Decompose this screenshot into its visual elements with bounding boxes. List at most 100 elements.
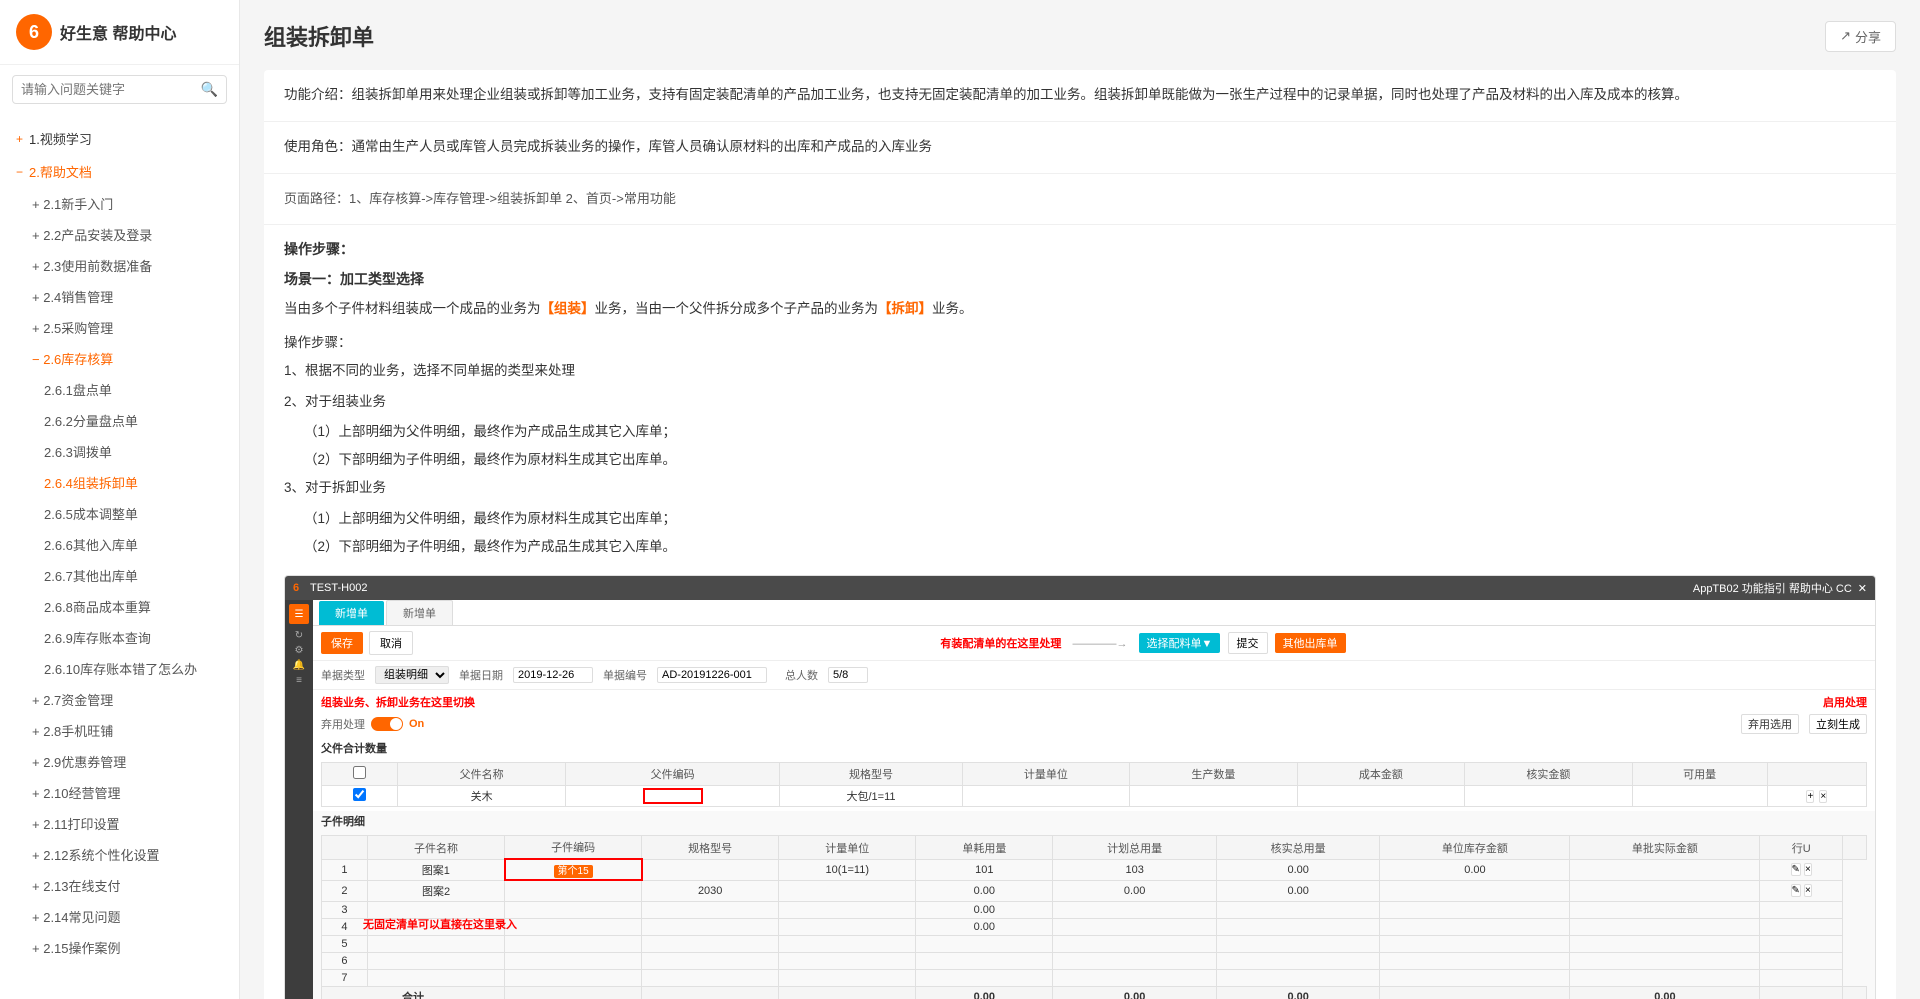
soft-form-row: 单据类型 组装明细 拆卸明细 单据日期 单据编号 总人数 — [313, 661, 1875, 690]
path-text: 页面路径：1、库存核算->库存管理->组装拆卸单 2、首页->常用功能 — [284, 191, 676, 206]
sidebar-item-2-4[interactable]: + 2.4销售管理 — [0, 281, 239, 312]
steps-block: 操作步骤： 场景一：加工类型选择 当由多个子件材料组装成一个成品的业务为【组装】… — [264, 225, 1896, 999]
plus-icon: + — [32, 941, 43, 956]
sidebar-item-2-6-7[interactable]: 2.6.7其他出库单 — [0, 560, 239, 591]
step2-sub1: （1）上部明细为父件明细，最终作为产成品生成其它入库单； — [284, 420, 1876, 444]
sidebar-item-2-3[interactable]: + 2.3使用前数据准备 — [0, 250, 239, 281]
step3-sub2: （2）下部明细为子件明细，最终作为产成品生成其它入库单。 — [284, 535, 1876, 559]
soft-sidebar-icon3: ⚙ — [295, 645, 304, 656]
sidebar-item-2-7[interactable]: + 2.7资金管理 — [0, 684, 239, 715]
row-edit-btn[interactable]: ✎ — [1791, 863, 1801, 876]
soft-nav-icons: AppTB02 功能指引 帮助中心 CC — [1693, 580, 1852, 596]
sidebar-item-2-6-4[interactable]: 2.6.4组装拆卸单 — [0, 467, 239, 498]
table-footer: 合计 0.00 0.00 0.00 — [322, 986, 1867, 999]
sidebar-item-2-15[interactable]: + 2.15操作案例 — [0, 932, 239, 963]
steps-title: 操作步骤： — [284, 239, 1876, 259]
bom-select-input[interactable]: 弃用选用 — [1741, 714, 1799, 734]
sidebar-item-2-9[interactable]: + 2.9优惠券管理 — [0, 746, 239, 777]
sidebar-item-video[interactable]: + 1.视频学习 — [0, 122, 239, 155]
form-type-select[interactable]: 组装明细 拆卸明细 — [375, 666, 449, 684]
step1: 1、根据不同的业务，选择不同单据的类型来处理 — [284, 359, 1876, 383]
form-date-input[interactable] — [513, 667, 593, 683]
search-icon: 🔍 — [201, 81, 218, 98]
sidebar-item-2-6[interactable]: − 2.6库存核算 — [0, 343, 239, 374]
soft-tabs-bar: 新增单 新增单 — [313, 600, 1875, 626]
cell-code — [565, 786, 780, 807]
th-parent-name: 父件名称 — [398, 763, 565, 786]
sidebar-item-2-13[interactable]: + 2.13在线支付 — [0, 870, 239, 901]
sidebar-item-2-10[interactable]: + 2.10经营管理 — [0, 777, 239, 808]
soft-btn-select-bom[interactable]: 选择配料单▼ — [1139, 633, 1221, 653]
sidebar-item-2-11[interactable]: + 2.11打印设置 — [0, 808, 239, 839]
row-del-btn3[interactable]: × — [1804, 884, 1812, 897]
sidebar-item-2-6-6[interactable]: 2.6.6其他入库单 — [0, 529, 239, 560]
arrow-right: ————→ — [1072, 638, 1127, 650]
top-table: 父件名称 父件编码 规格型号 计量单位 生产数量 成本金额 核实金额 — [321, 762, 1867, 807]
form-no-input[interactable] — [657, 667, 767, 683]
table-row: 7 — [322, 969, 1867, 986]
sidebar-item-2-6-1[interactable]: 2.6.1盘点单 — [0, 374, 239, 405]
soft-btn-commit[interactable]: 其他出库单 — [1275, 633, 1346, 653]
cell-code-input[interactable] — [643, 788, 703, 804]
th-b-edit — [1843, 836, 1867, 860]
sidebar-item-2-6-8[interactable]: 2.6.8商品成本重算 — [0, 591, 239, 622]
sidebar-item-2-12[interactable]: + 2.12系统个性化设置 — [0, 839, 239, 870]
toggle-switch[interactable] — [371, 717, 403, 731]
logo-small: 6 — [293, 582, 299, 594]
nav-children-docs: + 2.1新手入门 + 2.2产品安装及登录 + 2.3使用前数据准备 + 2.… — [0, 188, 239, 963]
row-del-btn2[interactable]: × — [1804, 863, 1812, 876]
soft-tab-new1[interactable]: 新增单 — [319, 601, 384, 625]
th-cost: 成本金额 — [1297, 763, 1464, 786]
plus-icon: + — [32, 817, 43, 832]
row-del-btn[interactable]: × — [1819, 790, 1827, 803]
role-text: 使用角色：通常由生产人员或库管人员完成拆装业务的操作，库管人员确认原材料的出库和… — [284, 139, 932, 154]
role-block: 使用角色：通常由生产人员或库管人员完成拆装业务的操作，库管人员确认原材料的出库和… — [264, 122, 1896, 174]
th-b-num — [322, 836, 368, 860]
sidebar-item-2-2[interactable]: + 2.2产品安装及登录 — [0, 219, 239, 250]
annotation-arrow-container: 无固定清单可以直接在这里录入 — [363, 916, 517, 932]
search-box[interactable]: 🔍 — [12, 75, 227, 104]
app-title: 好生意 帮助中心 — [60, 20, 176, 44]
sidebar-item-2-5[interactable]: + 2.5采购管理 — [0, 312, 239, 343]
toggle-state: On — [409, 718, 424, 730]
row-checkbox[interactable] — [353, 788, 366, 801]
row-edit-btn2[interactable]: ✎ — [1791, 884, 1801, 897]
soft-btn-ok[interactable]: 立刻生成 — [1809, 714, 1867, 734]
sidebar-item-2-8[interactable]: + 2.8手机旺铺 — [0, 715, 239, 746]
sidebar-item-2-6-3[interactable]: 2.6.3调拨单 — [0, 436, 239, 467]
th-b-batch-cost: 单批实际金额 — [1570, 836, 1760, 860]
plus-icon: + — [32, 693, 43, 708]
top-table-wrapper: 父件名称 父件编码 规格型号 计量单位 生产数量 成本金额 核实金额 — [313, 762, 1875, 811]
table-top-label: 父件合计数量 — [313, 738, 1875, 758]
soft-btn-action[interactable]: 提交 — [1228, 632, 1268, 654]
table-row: 5 — [322, 935, 1867, 952]
soft-tab-new2[interactable]: 新增单 — [386, 600, 453, 625]
nav-sub-children-2-6: 2.6.1盘点单 2.6.2分量盘点单 2.6.3调拨单 2.6.4组装拆卸单 … — [0, 374, 239, 684]
cell-name: 关木 — [398, 786, 565, 807]
share-button[interactable]: ↗ 分享 — [1825, 21, 1896, 52]
soft-titlebar-left: 6 TEST-H002 — [293, 582, 367, 594]
sidebar-item-2-6-2[interactable]: 2.6.2分量盘点单 — [0, 405, 239, 436]
sidebar-item-docs[interactable]: − 2.帮助文档 — [0, 155, 239, 188]
row-add-btn[interactable]: + — [1806, 790, 1814, 803]
select-all-checkbox[interactable] — [353, 766, 366, 779]
sidebar-item-2-1[interactable]: + 2.1新手入门 — [0, 188, 239, 219]
step2-sub2: （2）下部明细为子件明细，最终作为原材料生成其它出库单。 — [284, 448, 1876, 472]
sidebar: 6 好生意 帮助中心 🔍 + 1.视频学习 − 2.帮助文档 + 2.1新手入门 — [0, 0, 240, 999]
sidebar-item-2-6-9[interactable]: 2.6.9库存账本查询 — [0, 622, 239, 653]
switch-label: 弃用处理 — [321, 716, 365, 732]
search-input[interactable] — [21, 82, 201, 97]
type-switch-row: 弃用处理 On 弃用选用 立刻生成 — [321, 714, 1867, 734]
sidebar-item-2-6-5[interactable]: 2.6.5成本调整单 — [0, 498, 239, 529]
sidebar-item-2-6-10[interactable]: 2.6.10库存账本错了怎么办 — [0, 653, 239, 684]
keyword-assembly: 【组装】 — [541, 301, 595, 316]
soft-btn-save[interactable]: 保存 — [321, 632, 363, 654]
soft-body: ☰ ↻ ⚙ 🔔 ≡ 新增单 新增单 — [285, 600, 1875, 999]
intro-text: 功能介绍：组装拆卸单用来处理企业组装或拆卸等加工业务，支持有固定装配清单的产品加… — [284, 87, 1688, 102]
soft-btn-cancel[interactable]: 取消 — [369, 631, 413, 655]
sidebar-item-2-14[interactable]: + 2.14常见问题 — [0, 901, 239, 932]
form-qty-input[interactable] — [828, 667, 868, 683]
soft-ui: 6 TEST-H002 AppTB02 功能指引 帮助中心 CC ✕ — [285, 576, 1875, 999]
plus-icon: + — [32, 259, 43, 274]
content-sections: 功能介绍：组装拆卸单用来处理企业组装或拆卸等加工业务，支持有固定装配清单的产品加… — [264, 70, 1896, 999]
